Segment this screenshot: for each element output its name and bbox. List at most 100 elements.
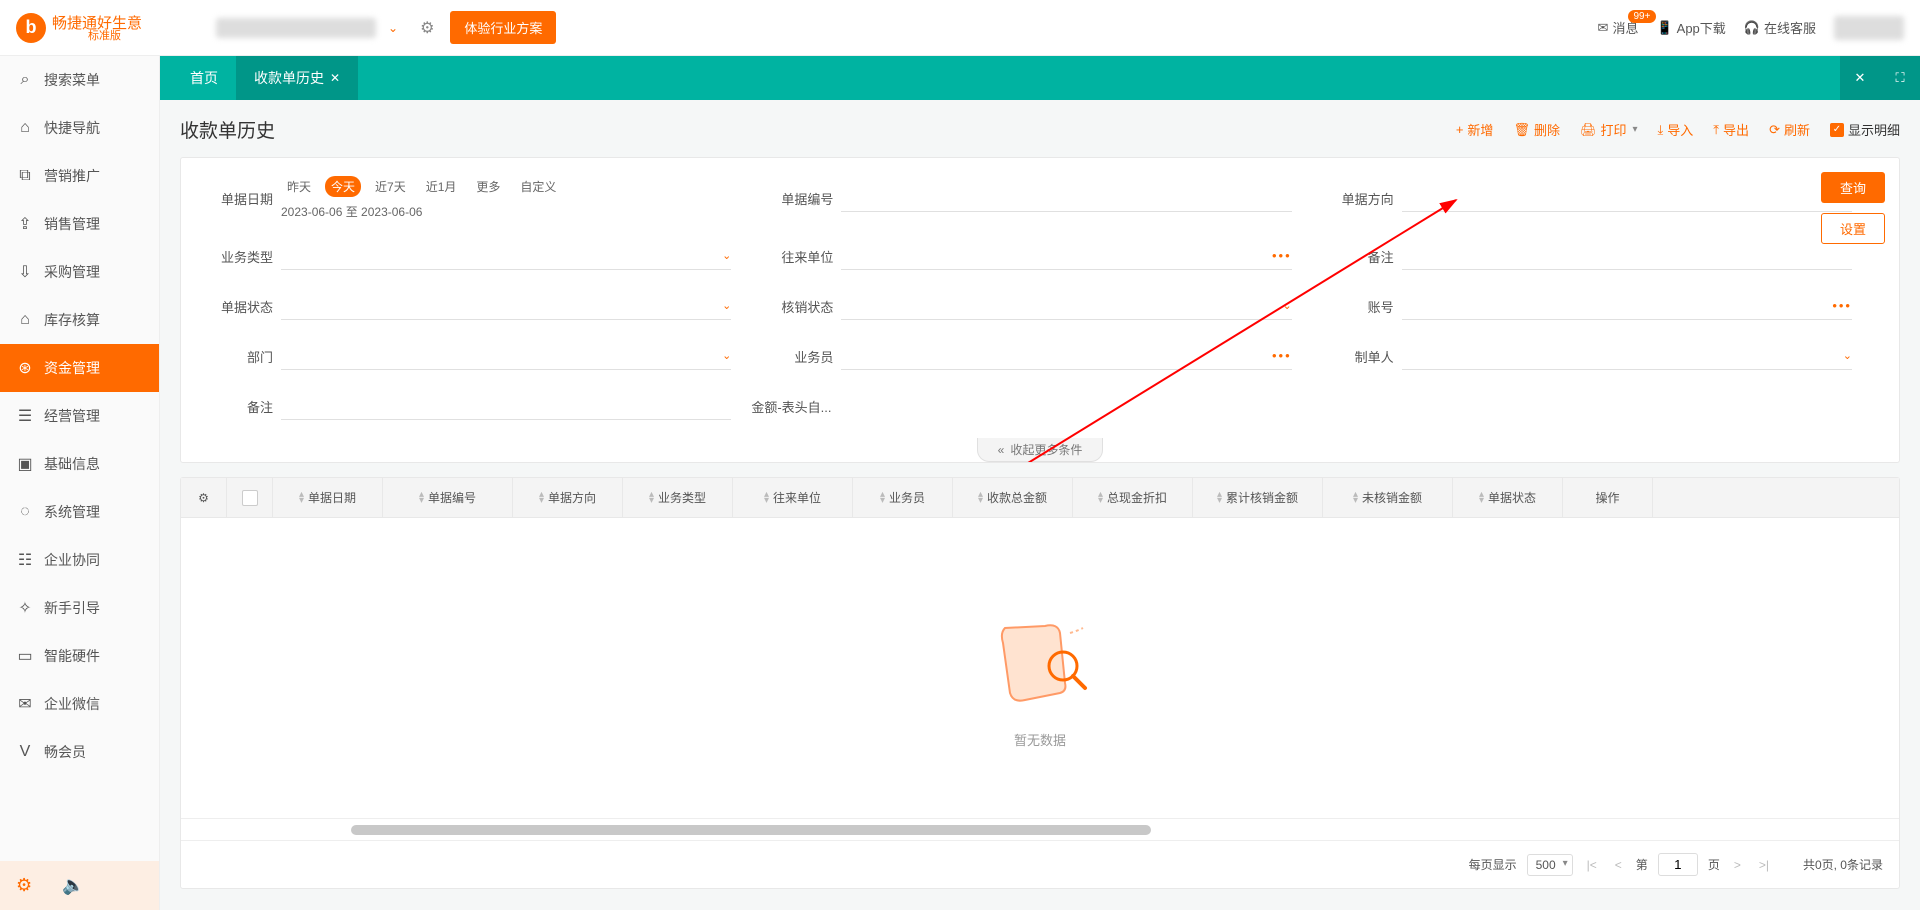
remark-input[interactable] <box>1402 242 1852 270</box>
settings-icon[interactable]: ⚙ <box>16 875 32 896</box>
refresh-action[interactable]: ⟳刷新 <box>1769 120 1810 139</box>
column-header-单据方向[interactable]: ▴▾单据方向 <box>513 478 623 517</box>
doc-direction-select[interactable]: ⌄ <box>1402 184 1852 212</box>
column-header-单据状态[interactable]: ▴▾单据状态 <box>1453 478 1563 517</box>
filter-label-department: 部门 <box>191 347 281 366</box>
tab-收款单历史[interactable]: 收款单历史✕ <box>236 56 358 100</box>
partner-picker[interactable]: ••• <box>841 242 1291 270</box>
sidebar-item-经营管理[interactable]: ☰经营管理 <box>0 392 159 440</box>
empty-text: 暂无数据 <box>1014 730 1066 749</box>
pager-first[interactable]: |< <box>1583 858 1601 872</box>
menu-icon: ⊛ <box>16 358 34 378</box>
remark2-input[interactable] <box>281 392 731 420</box>
account-picker[interactable]: ••• <box>1402 292 1852 320</box>
sidebar-item-新手引导[interactable]: ✧新手引导 <box>0 584 159 632</box>
column-header-业务类型[interactable]: ▴▾业务类型 <box>623 478 733 517</box>
tab-首页[interactable]: 首页 <box>172 56 236 100</box>
sidebar-item-label: 销售管理 <box>44 214 100 234</box>
table-body-empty: 暂无数据 <box>181 518 1899 818</box>
support-label: 在线客服 <box>1764 18 1816 37</box>
menu-icon: ⌂ <box>16 119 34 137</box>
column-header-单据日期[interactable]: ▴▾单据日期 <box>273 478 383 517</box>
doc-status-select[interactable]: ⌄ <box>281 292 731 320</box>
pager-last[interactable]: >| <box>1755 858 1773 872</box>
amount-header-hint[interactable]: 金额-表头自... <box>751 392 1291 420</box>
sidebar-item-快捷导航[interactable]: ⌂快捷导航 <box>0 104 159 152</box>
show-detail-toggle[interactable]: ✓ 显示明细 <box>1830 120 1900 139</box>
column-header-操作[interactable]: 操作 <box>1563 478 1653 517</box>
app-download-link[interactable]: 📱 App下载 <box>1656 18 1725 37</box>
online-support-link[interactable]: 🎧 在线客服 <box>1744 18 1816 37</box>
sidebar-item-资金管理[interactable]: ⊛ 资金管理 <box>0 344 159 392</box>
select-all-checkbox[interactable] <box>227 478 273 517</box>
pager-prev[interactable]: < <box>1611 858 1626 872</box>
volume-icon[interactable]: 🔈 <box>62 875 84 896</box>
sidebar-item-采购管理[interactable]: ⇩采购管理 <box>0 248 159 296</box>
message-badge: 99+ <box>1628 10 1657 23</box>
horizontal-scrollbar[interactable] <box>181 818 1899 840</box>
date-chip-昨天[interactable]: 昨天 <box>281 176 317 197</box>
sort-icon: ▴▾ <box>1098 492 1103 504</box>
sidebar-item-企业协同[interactable]: ☷企业协同 <box>0 536 159 584</box>
print-action[interactable]: 🖨打印▾ <box>1580 120 1638 139</box>
column-header-收款总金额[interactable]: ▴▾收款总金额 <box>953 478 1073 517</box>
pager-next[interactable]: > <box>1730 858 1745 872</box>
delete-action[interactable]: 🗑删除 <box>1513 120 1560 139</box>
sidebar-item-销售管理[interactable]: ⇪销售管理 <box>0 200 159 248</box>
column-header-累计核销金额[interactable]: ▴▾累计核销金额 <box>1193 478 1323 517</box>
pager-page-input[interactable] <box>1658 853 1698 876</box>
org-name-blurred <box>216 18 376 38</box>
date-chip-自定义[interactable]: 自定义 <box>514 176 562 197</box>
doc-no-input[interactable] <box>841 184 1291 212</box>
sidebar-item-智能硬件[interactable]: ▭智能硬件 <box>0 632 159 680</box>
chevron-down-icon: ▾ <box>1633 124 1638 135</box>
date-chip-近7天[interactable]: 近7天 <box>369 176 412 197</box>
maker-select[interactable]: ⌄ <box>1402 342 1852 370</box>
caret-down-icon[interactable]: ⌄ <box>388 21 398 35</box>
import-action[interactable]: ⤓导入 <box>1658 120 1694 139</box>
menu-icon: ⧉ <box>16 167 34 185</box>
new-action[interactable]: +新增 <box>1456 120 1494 139</box>
export-action[interactable]: ⤒导出 <box>1713 120 1749 139</box>
menu-icon: ☰ <box>16 406 34 426</box>
collapse-conditions-button[interactable]: « 收起更多条件 <box>977 438 1104 462</box>
filter-label-maker: 制单人 <box>1312 347 1402 366</box>
gear-icon[interactable]: ⚙ <box>420 18 434 38</box>
column-header-往来单位[interactable]: ▴▾往来单位 <box>733 478 853 517</box>
department-select[interactable]: ⌄ <box>281 342 731 370</box>
biz-type-select[interactable]: ⌄ <box>281 242 731 270</box>
column-label: 累计核销金额 <box>1226 489 1298 506</box>
page-size-select[interactable]: 500 <box>1527 854 1573 876</box>
sidebar-item-库存核算[interactable]: ⌂库存核算 <box>0 296 159 344</box>
close-icon[interactable]: ✕ <box>330 71 340 85</box>
sort-icon: ▴▾ <box>1353 492 1358 504</box>
date-chip-更多[interactable]: 更多 <box>470 176 506 197</box>
message-link[interactable]: ✉ 消息 99+ <box>1598 18 1639 37</box>
checkbox-checked-icon: ✓ <box>1830 123 1844 137</box>
settings-button[interactable]: 设置 <box>1821 213 1885 244</box>
clerk-picker[interactable]: ••• <box>841 342 1291 370</box>
sidebar-item-基础信息[interactable]: ▣基础信息 <box>0 440 159 488</box>
column-header-业务员[interactable]: ▴▾业务员 <box>853 478 953 517</box>
sidebar-item-营销推广[interactable]: ⧉营销推广 <box>0 152 159 200</box>
sidebar-item-系统管理[interactable]: ◌系统管理 <box>0 488 159 536</box>
date-chip-近1月[interactable]: 近1月 <box>420 176 463 197</box>
sidebar-item-label: 畅会员 <box>44 742 86 762</box>
sidebar-item-畅会员[interactable]: V畅会员 <box>0 728 159 776</box>
date-chip-今天[interactable]: 今天 <box>325 176 361 197</box>
sort-icon: ▴▾ <box>1479 492 1484 504</box>
writeoff-status-select[interactable]: ⌄ <box>841 292 1291 320</box>
trial-solution-button[interactable]: 体验行业方案 <box>450 11 556 44</box>
user-avatar-blurred[interactable] <box>1834 16 1904 40</box>
column-header-未核销金额[interactable]: ▴▾未核销金额 <box>1323 478 1453 517</box>
sidebar-item-label: 基础信息 <box>44 454 100 474</box>
tab-fullscreen-button[interactable]: ⛶ <box>1880 56 1920 100</box>
sidebar-item-label: 资金管理 <box>44 358 100 378</box>
sidebar-item-搜索菜单[interactable]: ⌕搜索菜单 <box>0 56 159 104</box>
pager: 每页显示 500 |< < 第 页 > >| 共0页, 0条记录 <box>181 840 1899 888</box>
column-settings-button[interactable]: ⚙ <box>181 478 227 517</box>
tab-close-button[interactable]: ✕ <box>1840 56 1880 100</box>
sidebar-item-企业微信[interactable]: ✉企业微信 <box>0 680 159 728</box>
column-header-单据编号[interactable]: ▴▾单据编号 <box>383 478 513 517</box>
column-header-总现金折扣[interactable]: ▴▾总现金折扣 <box>1073 478 1193 517</box>
